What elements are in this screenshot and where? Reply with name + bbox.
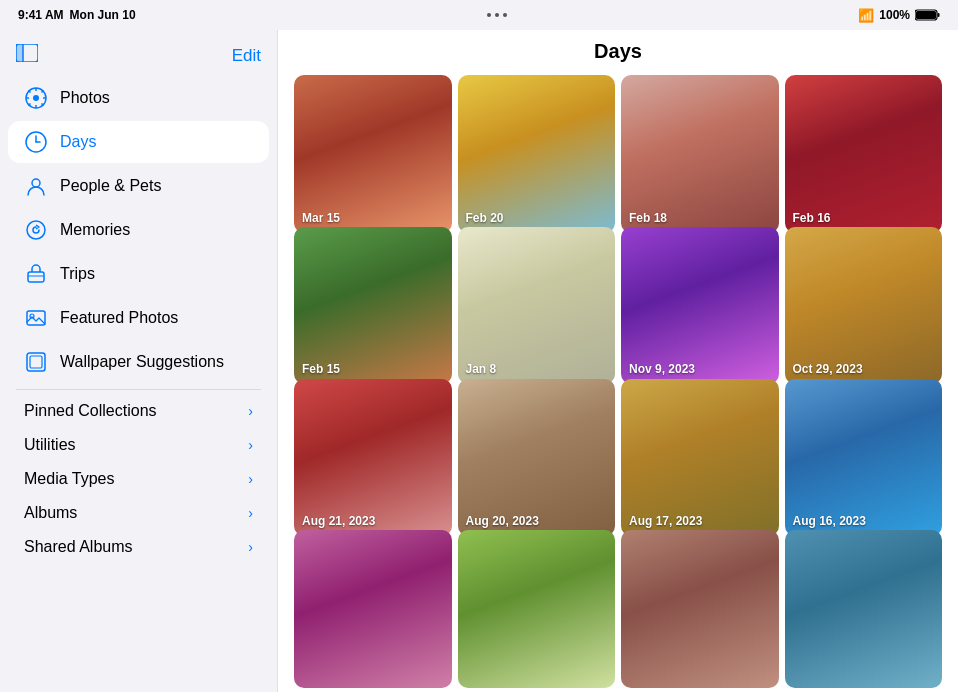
photo-date-7: Nov 9, 2023 <box>629 362 695 376</box>
page-title: Days <box>594 40 642 62</box>
sidebar-item-trips-label: Trips <box>60 265 95 283</box>
photo-date-8: Oct 29, 2023 <box>793 362 863 376</box>
sidebar-header: Edit <box>0 40 277 77</box>
photo-date-9: Aug 21, 2023 <box>302 514 375 528</box>
svg-rect-1 <box>937 13 939 17</box>
photo-cell[interactable] <box>458 530 616 688</box>
memories-icon <box>24 218 48 242</box>
divider-1 <box>16 389 261 390</box>
status-bar-center <box>487 13 507 17</box>
sidebar-item-featured-label: Featured Photos <box>60 309 178 327</box>
svg-point-20 <box>27 221 45 239</box>
sidebar-section-shared-albums[interactable]: Shared Albums › <box>8 530 269 564</box>
utilities-chevron-icon: › <box>248 437 253 453</box>
sidebar-item-people-pets[interactable]: People & Pets <box>8 165 269 207</box>
svg-rect-4 <box>16 44 23 62</box>
main-content: Days Mar 15 Feb 20 Feb 18 Feb 16 <box>278 30 958 692</box>
svg-rect-21 <box>28 272 44 282</box>
sidebar-item-trips[interactable]: Trips <box>8 253 269 295</box>
photo-date-2: Feb 20 <box>466 211 504 225</box>
photo-date-5: Feb 15 <box>302 362 340 376</box>
photo-date-11: Aug 17, 2023 <box>629 514 702 528</box>
sidebar: Edit Photos <box>0 30 278 692</box>
svg-rect-2 <box>916 11 936 19</box>
featured-icon <box>24 306 48 330</box>
photo-cell[interactable] <box>621 530 779 688</box>
photo-date-10: Aug 20, 2023 <box>466 514 539 528</box>
photo-cell[interactable]: Feb 18 <box>621 75 779 233</box>
photo-cell[interactable]: Feb 16 <box>785 75 943 233</box>
photo-grid: Mar 15 Feb 20 Feb 18 Feb 16 Feb 15 Ja <box>278 71 958 692</box>
photo-date-4: Feb 16 <box>793 211 831 225</box>
wifi-icon: 📶 <box>858 8 874 23</box>
status-bar-right: 📶 100% <box>858 8 940 23</box>
media-types-chevron-icon: › <box>248 471 253 487</box>
sidebar-item-featured-photos[interactable]: Featured Photos <box>8 297 269 339</box>
svg-point-19 <box>32 179 40 187</box>
status-bar: 9:41 AM Mon Jun 10 📶 100% <box>0 0 958 30</box>
pinned-chevron-icon: › <box>248 403 253 419</box>
pinned-collections-label: Pinned Collections <box>24 402 157 420</box>
dot-2 <box>495 13 499 17</box>
media-types-label: Media Types <box>24 470 114 488</box>
sidebar-item-photos[interactable]: Photos <box>8 77 269 119</box>
photo-cell[interactable]: Mar 15 <box>294 75 452 233</box>
edit-button[interactable]: Edit <box>232 46 261 66</box>
sidebar-item-wallpaper[interactable]: Wallpaper Suggestions <box>8 341 269 383</box>
sidebar-section-pinned[interactable]: Pinned Collections › <box>8 394 269 428</box>
sidebar-item-memories-label: Memories <box>60 221 130 239</box>
photos-icon <box>24 86 48 110</box>
dot-3 <box>503 13 507 17</box>
photo-date-12: Aug 16, 2023 <box>793 514 866 528</box>
days-icon <box>24 130 48 154</box>
photo-cell[interactable]: Nov 9, 2023 <box>621 227 779 385</box>
trips-icon <box>24 262 48 286</box>
sidebar-section-media-types[interactable]: Media Types › <box>8 462 269 496</box>
sidebar-toggle-icon[interactable] <box>16 44 38 67</box>
photo-cell[interactable]: Aug 20, 2023 <box>458 379 616 537</box>
photo-cell[interactable] <box>785 530 943 688</box>
svg-rect-26 <box>30 356 42 368</box>
photo-cell[interactable]: Aug 21, 2023 <box>294 379 452 537</box>
utilities-label: Utilities <box>24 436 76 454</box>
photo-cell[interactable]: Feb 15 <box>294 227 452 385</box>
dot-1 <box>487 13 491 17</box>
photo-cell[interactable]: Jan 8 <box>458 227 616 385</box>
photo-date-1: Mar 15 <box>302 211 340 225</box>
sidebar-item-days-label: Days <box>60 133 96 151</box>
people-icon <box>24 174 48 198</box>
svg-point-7 <box>33 95 39 101</box>
sidebar-item-memories[interactable]: Memories <box>8 209 269 251</box>
albums-label: Albums <box>24 504 77 522</box>
svg-rect-23 <box>27 311 45 325</box>
sidebar-item-people-label: People & Pets <box>60 177 161 195</box>
sidebar-section-utilities[interactable]: Utilities › <box>8 428 269 462</box>
main-header: Days <box>278 30 958 71</box>
sidebar-item-wallpaper-label: Wallpaper Suggestions <box>60 353 224 371</box>
photo-cell[interactable]: Aug 16, 2023 <box>785 379 943 537</box>
photo-date-6: Jan 8 <box>466 362 497 376</box>
photo-cell[interactable] <box>294 530 452 688</box>
battery-icon <box>915 9 940 21</box>
sidebar-item-days[interactable]: Days <box>8 121 269 163</box>
photo-cell[interactable]: Aug 17, 2023 <box>621 379 779 537</box>
time-display: 9:41 AM <box>18 8 64 22</box>
date-display: Mon Jun 10 <box>70 8 136 22</box>
battery-display: 100% <box>879 8 910 22</box>
shared-albums-chevron-icon: › <box>248 539 253 555</box>
photo-cell[interactable]: Feb 20 <box>458 75 616 233</box>
wallpaper-icon <box>24 350 48 374</box>
sidebar-item-photos-label: Photos <box>60 89 110 107</box>
photo-cell[interactable]: Oct 29, 2023 <box>785 227 943 385</box>
app-container: Edit Photos <box>0 30 958 692</box>
shared-albums-label: Shared Albums <box>24 538 133 556</box>
albums-chevron-icon: › <box>248 505 253 521</box>
photo-date-3: Feb 18 <box>629 211 667 225</box>
sidebar-section-albums[interactable]: Albums › <box>8 496 269 530</box>
status-bar-left: 9:41 AM Mon Jun 10 <box>18 8 136 22</box>
